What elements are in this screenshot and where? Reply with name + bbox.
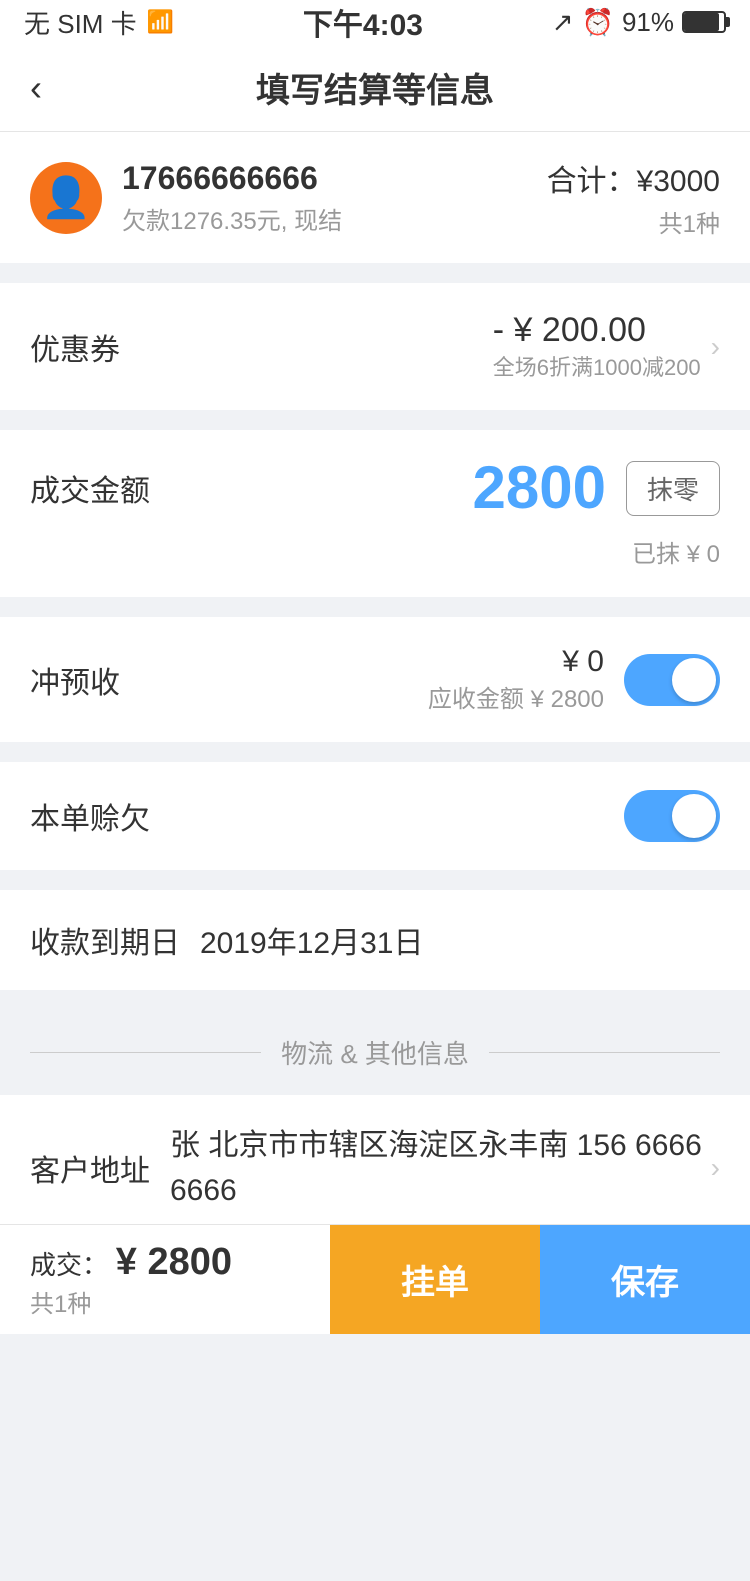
coupon-right: - ¥ 200.00 全场6折满1000减200 ›: [493, 311, 720, 382]
divider-text: 物流 & 其他信息: [281, 1034, 469, 1071]
deal-amount-section: 成交金额 2800 抹零 已抹 ¥ 0: [0, 430, 750, 597]
pre-receive-label: 冲预收: [30, 658, 120, 702]
debt-toggle[interactable]: [624, 790, 720, 842]
toggle-knob: [672, 658, 716, 702]
main-content: 👤 17666666666 欠款1276.35元, 现结 合计：¥3000 共1…: [0, 132, 750, 1581]
coupon-row[interactable]: 优惠券 - ¥ 200.00 全场6折满1000减200 ›: [0, 283, 750, 410]
address-value: 张 北京市市辖区海淀区永丰南 156 6666 6666: [170, 1123, 711, 1213]
status-right: ↗ ⏰ 91%: [552, 7, 726, 38]
debt-label: 本单赊欠: [30, 794, 150, 838]
deal-label: 成交金额: [30, 466, 150, 510]
status-time: 下午4:03: [303, 0, 423, 44]
battery-fill: [684, 13, 719, 31]
coupon-amount: - ¥ 200.00: [493, 311, 701, 350]
coupon-desc: 全场6折满1000减200: [493, 350, 701, 382]
customer-phone: 17666666666: [122, 160, 342, 197]
pre-receive-right: ¥ 0 应收金额 ¥ 2800: [428, 645, 720, 714]
deal-value-group: 2800 抹零: [473, 458, 721, 518]
debt-toggle-knob: [672, 794, 716, 838]
avatar: 👤: [30, 162, 102, 234]
total-count: 共1种: [547, 204, 720, 239]
bottom-deal-label: 成交：: [30, 1250, 108, 1280]
round-zero-button[interactable]: 抹零: [626, 461, 720, 516]
date-row: 收款到期日 2019年12月31日: [30, 918, 720, 962]
pre-desc: 应收金额 ¥ 2800: [428, 679, 604, 714]
address-section[interactable]: 客户地址 张 北京市市辖区海淀区永丰南 156 6666 6666 ›: [0, 1095, 750, 1241]
bottom-bar: 成交： ¥ 2800 共1种 挂单 保存: [0, 1224, 750, 1334]
customer-total: 合计：¥3000 共1种: [547, 156, 720, 239]
wifi-icon: 📶: [147, 9, 174, 35]
address-chevron-icon: ›: [711, 1152, 720, 1184]
customer-debt: 欠款1276.35元, 现结: [122, 201, 342, 236]
debt-section: 本单赊欠: [0, 762, 750, 870]
bottom-summary: 成交： ¥ 2800 共1种: [0, 1241, 330, 1319]
bottom-actions: 挂单 保存: [330, 1225, 750, 1334]
pre-amount: ¥ 0: [428, 645, 604, 679]
customer-info-card: 👤 17666666666 欠款1276.35元, 现结 合计：¥3000 共1…: [0, 132, 750, 263]
bottom-deal-row: 成交： ¥ 2800: [30, 1241, 300, 1284]
alarm-icon: ⏰: [582, 7, 614, 38]
payment-date-section: 收款到期日 2019年12月31日: [0, 890, 750, 990]
back-button[interactable]: ‹: [30, 67, 42, 109]
total-amount: 合计：¥3000: [547, 156, 720, 200]
pre-receive-toggle[interactable]: [624, 654, 720, 706]
date-label: 收款到期日: [30, 918, 180, 962]
divider-line-left: [30, 1052, 261, 1053]
pending-button[interactable]: 挂单: [330, 1225, 540, 1334]
battery-indicator: [682, 11, 726, 33]
location-icon: ↗: [552, 7, 574, 38]
chevron-right-icon: ›: [711, 331, 720, 363]
status-left: 无 SIM 卡 📶: [24, 4, 174, 41]
coupon-label: 优惠券: [30, 325, 120, 369]
deal-row: 成交金额 2800 抹零: [30, 458, 720, 518]
battery-text: 91%: [622, 7, 674, 38]
page-title: 填写结算等信息: [256, 63, 494, 112]
deal-sub: 已抹 ¥ 0: [30, 534, 720, 569]
customer-details: 17666666666 欠款1276.35元, 现结: [122, 160, 342, 236]
avatar-icon: 👤: [41, 174, 91, 221]
save-button[interactable]: 保存: [540, 1225, 750, 1334]
date-value: 2019年12月31日: [200, 918, 423, 962]
pre-receive-row: 冲预收 ¥ 0 应收金额 ¥ 2800: [30, 645, 720, 714]
pre-receive-section: 冲预收 ¥ 0 应收金额 ¥ 2800: [0, 617, 750, 742]
address-label: 客户地址: [30, 1146, 150, 1190]
pre-receive-values: ¥ 0 应收金额 ¥ 2800: [428, 645, 604, 714]
divider-line-right: [489, 1052, 720, 1053]
bottom-deal-amount: ¥ 2800: [116, 1241, 232, 1283]
status-bar: 无 SIM 卡 📶 下午4:03 ↗ ⏰ 91%: [0, 0, 750, 44]
customer-left: 👤 17666666666 欠款1276.35元, 现结: [30, 160, 342, 236]
deal-amount: 2800: [473, 458, 606, 518]
section-divider: 物流 & 其他信息: [0, 1010, 750, 1095]
bottom-count: 共1种: [30, 1284, 300, 1319]
nav-bar: ‹ 填写结算等信息: [0, 44, 750, 132]
carrier-text: 无 SIM 卡: [24, 4, 137, 41]
